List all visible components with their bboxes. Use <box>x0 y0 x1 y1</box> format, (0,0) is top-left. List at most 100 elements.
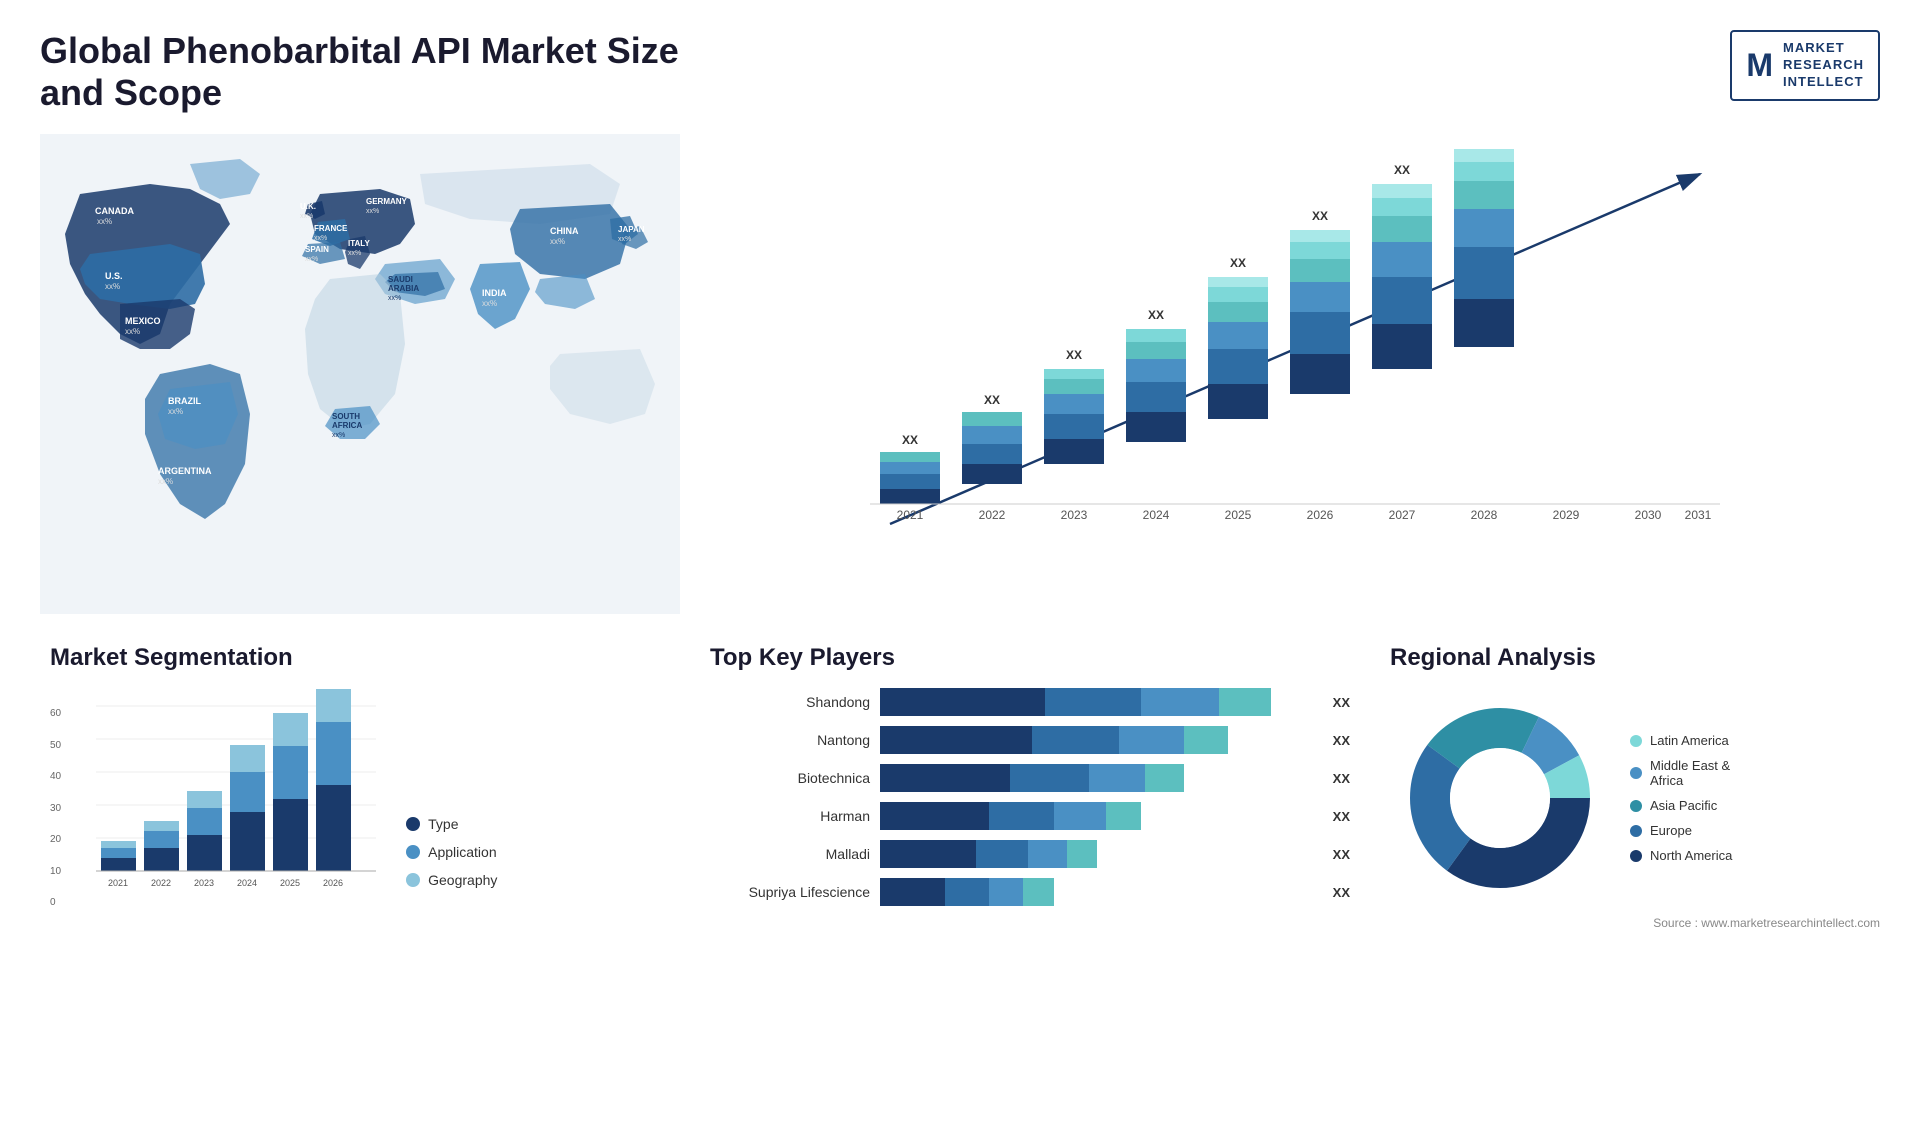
svg-text:xx%: xx% <box>97 217 112 226</box>
svg-text:2022: 2022 <box>979 508 1006 522</box>
svg-text:xx%: xx% <box>332 432 345 439</box>
regional-legend: Latin America Middle East &Africa Asia P… <box>1630 733 1732 863</box>
logo: M MARKET RESEARCH INTELLECT <box>1730 30 1880 101</box>
segmentation-title: Market Segmentation <box>50 644 670 672</box>
svg-text:XX: XX <box>1230 256 1246 270</box>
player-bar-container <box>880 688 1315 716</box>
reg-dot-europe <box>1630 825 1642 837</box>
svg-text:2023: 2023 <box>1061 508 1088 522</box>
bottom-grid: Market Segmentation 0 10 20 30 40 50 60 <box>40 644 1880 908</box>
svg-text:ARABIA: ARABIA <box>388 284 419 293</box>
logo-line3: INTELLECT <box>1783 74 1864 91</box>
svg-text:CHINA: CHINA <box>550 226 579 236</box>
bar-seg2 <box>1045 688 1141 716</box>
svg-text:2022: 2022 <box>151 878 171 888</box>
svg-text:2021: 2021 <box>108 878 128 888</box>
reg-label-apac: Asia Pacific <box>1650 798 1717 813</box>
svg-text:xx%: xx% <box>300 213 313 220</box>
svg-text:xx%: xx% <box>125 327 140 336</box>
svg-text:XX: XX <box>902 433 918 447</box>
donut-chart-svg <box>1390 688 1610 908</box>
seg-y-label: 30 <box>50 803 61 814</box>
svg-text:SAUDI: SAUDI <box>388 275 413 284</box>
source-text: Source : www.marketresearchintellect.com <box>1653 916 1880 930</box>
source-footer: Source : www.marketresearchintellect.com <box>40 916 1880 930</box>
player-row: Malladi XX <box>710 840 1350 868</box>
svg-text:2025: 2025 <box>280 878 300 888</box>
player-name: Harman <box>710 808 870 824</box>
svg-text:xx%: xx% <box>550 237 565 246</box>
reg-legend-item-europe: Europe <box>1630 823 1732 838</box>
player-bar <box>880 802 1315 830</box>
svg-text:CANADA: CANADA <box>95 206 134 216</box>
player-name: Shandong <box>710 694 870 710</box>
player-xx: XX <box>1333 885 1350 900</box>
bar-chart-svg: XX 2021 XX 2022 XX 2023 <box>720 144 1860 564</box>
logo-text-block: MARKET RESEARCH INTELLECT <box>1783 40 1864 91</box>
svg-text:SPAIN: SPAIN <box>305 245 329 254</box>
regional-title: Regional Analysis <box>1390 644 1870 672</box>
seg-legend: Type Application Geography <box>406 816 497 908</box>
svg-text:XX: XX <box>1476 144 1492 147</box>
legend-item-application: Application <box>406 844 497 860</box>
player-xx: XX <box>1333 733 1350 748</box>
seg-y-label: 10 <box>50 866 61 877</box>
seg-chart-svg: 2021 2022 2023 2024 <box>96 688 376 908</box>
svg-text:U.K.: U.K. <box>300 202 316 211</box>
bar-seg1 <box>880 878 945 906</box>
legend-dot-type <box>406 817 420 831</box>
reg-dot-mea <box>1630 767 1642 779</box>
player-bar-container <box>880 878 1315 906</box>
svg-text:U.S.: U.S. <box>105 271 123 281</box>
player-name: Supriya Lifescience <box>710 884 870 900</box>
bar-seg2 <box>1032 726 1119 754</box>
svg-text:xx%: xx% <box>105 282 120 291</box>
svg-text:INDIA: INDIA <box>482 288 507 298</box>
players-list: Shandong XX Nantong <box>710 688 1350 906</box>
svg-text:AFRICA: AFRICA <box>332 421 362 430</box>
svg-text:XX: XX <box>1558 144 1574 147</box>
bar-seg2 <box>989 802 1054 830</box>
bar-seg3 <box>1089 764 1146 792</box>
svg-text:2028: 2028 <box>1471 508 1498 522</box>
svg-text:2021: 2021 <box>897 508 924 522</box>
seg-y-label: 20 <box>50 834 61 845</box>
reg-legend-item-apac: Asia Pacific <box>1630 798 1732 813</box>
svg-text:2031: 2031 <box>1685 508 1712 522</box>
logo-letter: M <box>1746 47 1773 84</box>
reg-legend-item-mea: Middle East &Africa <box>1630 758 1732 788</box>
donut-area: Latin America Middle East &Africa Asia P… <box>1390 688 1870 908</box>
seg-y-label: 40 <box>50 771 61 782</box>
seg-y-label: 60 <box>50 708 61 719</box>
svg-text:BRAZIL: BRAZIL <box>168 396 201 406</box>
player-name: Nantong <box>710 732 870 748</box>
bar-chart-container: XX 2021 XX 2022 XX 2023 <box>720 144 1860 604</box>
bar-seg1 <box>880 802 989 830</box>
svg-text:ARGENTINA: ARGENTINA <box>158 466 212 476</box>
reg-label-mea: Middle East &Africa <box>1650 758 1730 788</box>
bar-seg3 <box>1119 726 1184 754</box>
legend-dot-geography <box>406 873 420 887</box>
bar-seg3 <box>1054 802 1106 830</box>
svg-text:XX: XX <box>1066 348 1082 362</box>
player-bar-container <box>880 764 1315 792</box>
legend-item-type: Type <box>406 816 497 832</box>
svg-text:xx%: xx% <box>388 295 401 302</box>
svg-text:xx%: xx% <box>618 236 631 243</box>
svg-text:xx%: xx% <box>158 477 173 486</box>
bar-seg4 <box>1219 688 1271 716</box>
bar-seg1 <box>880 840 976 868</box>
player-xx: XX <box>1333 771 1350 786</box>
svg-text:2026: 2026 <box>323 878 343 888</box>
player-row: Harman XX <box>710 802 1350 830</box>
bar-seg1 <box>880 764 1010 792</box>
map-container: CANADA xx% U.S. xx% MEXICO xx% BRAZIL xx… <box>40 134 680 614</box>
player-bar-container <box>880 840 1315 868</box>
players-section: Top Key Players Shandong XX <box>700 644 1360 908</box>
player-bar <box>880 688 1315 716</box>
header: Global Phenobarbital API Market Size and… <box>40 30 1880 114</box>
page-title: Global Phenobarbital API Market Size and… <box>40 30 740 114</box>
bar-seg4 <box>1067 840 1097 868</box>
bar-seg4 <box>1023 878 1053 906</box>
player-name: Biotechnica <box>710 770 870 786</box>
